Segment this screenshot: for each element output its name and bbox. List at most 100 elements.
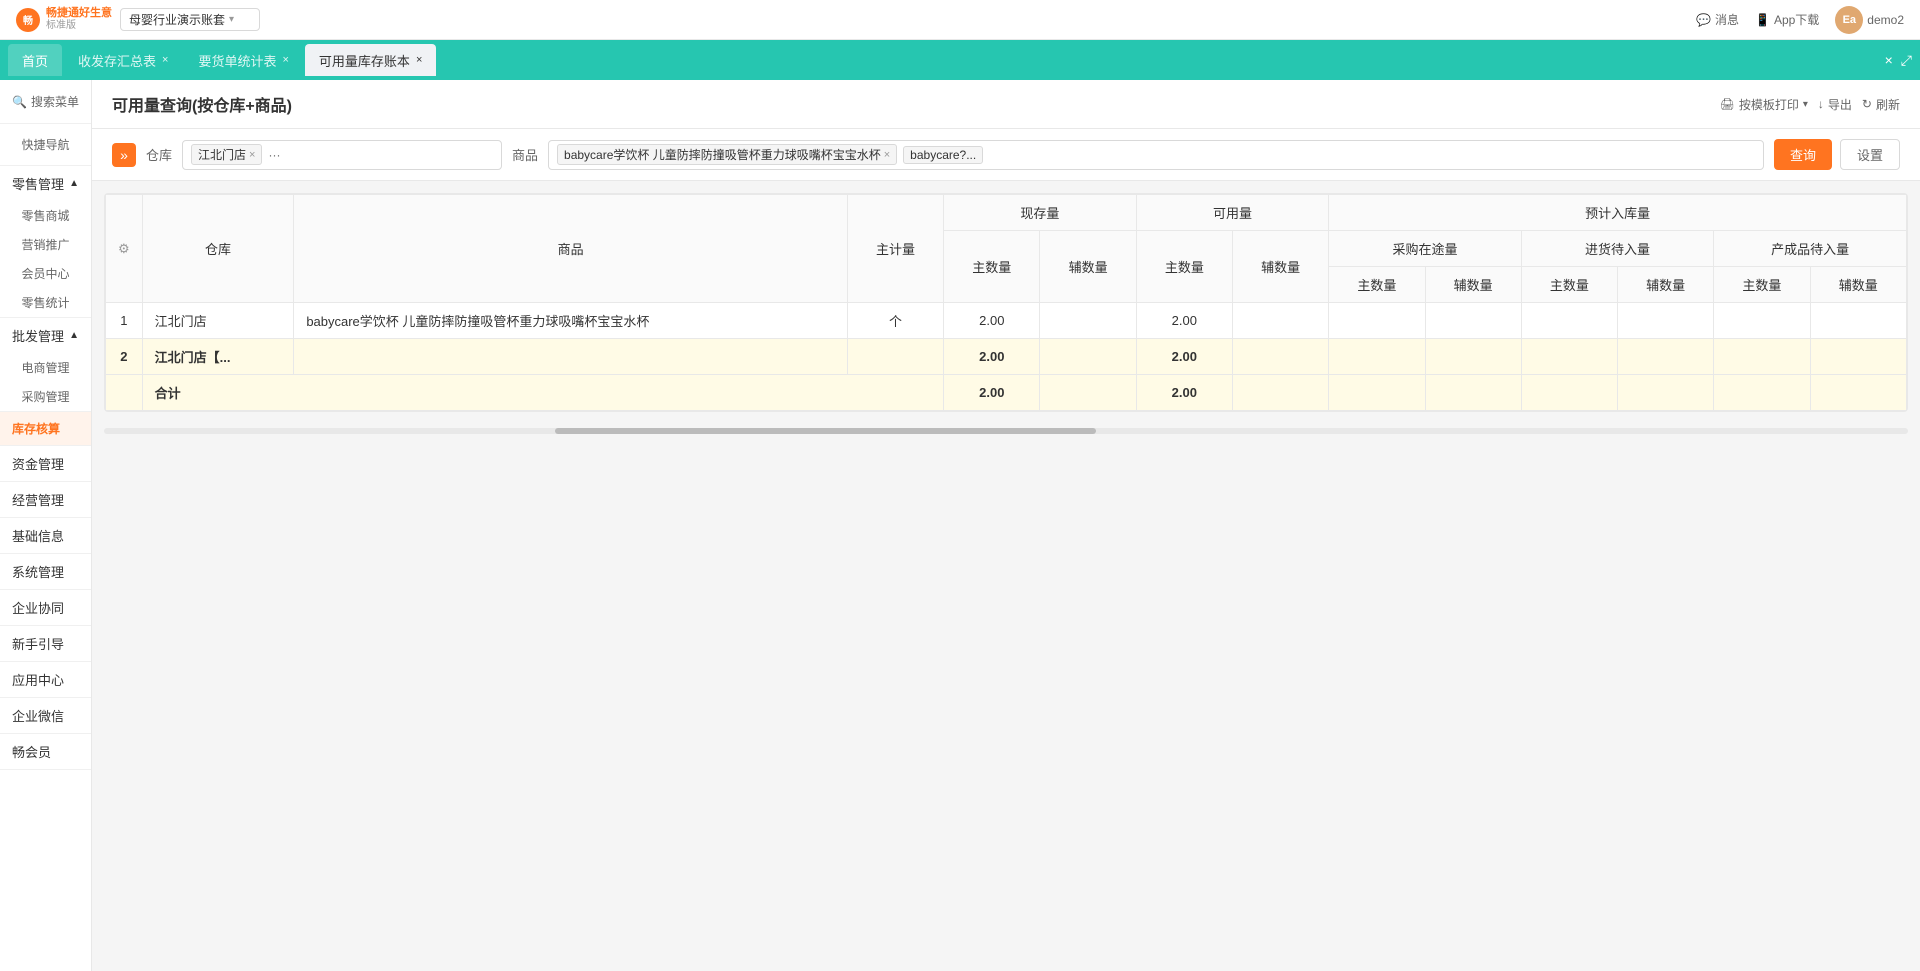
row-2-avail-main: 2.00 bbox=[1136, 339, 1232, 375]
row-2-incoming-aux bbox=[1618, 339, 1714, 375]
warehouse-more-icon[interactable]: ··· bbox=[268, 148, 280, 162]
tab-orders[interactable]: 要货单统计表 × bbox=[184, 44, 302, 76]
data-table: ⚙ 仓库 商品 主计量 现存量 可用量 预计入库量 主数量 辅数量 bbox=[105, 194, 1907, 411]
product-tag-1-close[interactable]: × bbox=[884, 149, 890, 161]
th-stock: 现存量 bbox=[944, 195, 1137, 231]
row-1-purchase-main bbox=[1329, 303, 1425, 339]
sidebar-item-finance[interactable]: 资金管理 bbox=[0, 446, 91, 481]
sidebar-group-retail-title[interactable]: 零售管理 ▲ bbox=[0, 166, 91, 201]
basics-label: 基础信息 bbox=[12, 526, 64, 545]
app-download-btn[interactable]: 📱 App下载 bbox=[1755, 11, 1819, 28]
sidebar-item-purchase[interactable]: 采购管理 bbox=[0, 382, 91, 411]
sidebar-group-vip: 畅会员 bbox=[0, 734, 91, 770]
warehouse-filter-input[interactable]: 江北门店 × ··· bbox=[182, 140, 502, 170]
operations-label: 经营管理 bbox=[12, 490, 64, 509]
row-2-incoming-main bbox=[1521, 339, 1617, 375]
th-production: 产成品待入量 bbox=[1714, 231, 1907, 267]
scroll-track[interactable] bbox=[104, 428, 1908, 434]
logo-main-text: 畅捷通好生意 bbox=[46, 7, 112, 20]
sidebar-group-appstore: 应用中心 bbox=[0, 662, 91, 698]
close-all-icon[interactable]: × bbox=[1885, 52, 1893, 69]
th-purchase-aux: 辅数量 bbox=[1425, 267, 1521, 303]
industry-select[interactable]: 母婴行业演示账套 ▾ bbox=[120, 8, 260, 31]
chevron-icon-wholesale: ▲ bbox=[69, 330, 79, 341]
sidebar-group-basics: 基础信息 bbox=[0, 518, 91, 554]
column-settings-icon[interactable]: ⚙ bbox=[118, 241, 130, 256]
export-btn[interactable]: ↓ 导出 bbox=[1818, 96, 1852, 113]
refresh-btn[interactable]: ↻ 刷新 bbox=[1862, 96, 1900, 113]
warehouse-tag: 江北门店 × bbox=[191, 144, 262, 165]
row-1-warehouse: 江北门店 bbox=[142, 303, 294, 339]
avatar: Ea bbox=[1835, 6, 1863, 34]
row-1-stock-main: 2.00 bbox=[944, 303, 1040, 339]
message-icon: 💬 bbox=[1696, 13, 1711, 27]
industry-label: 母婴行业演示账套 bbox=[129, 11, 225, 28]
sidebar-item-appstore[interactable]: 应用中心 bbox=[0, 662, 91, 697]
sidebar-search-area: 🔍 搜索菜单 bbox=[0, 80, 91, 124]
sidebar-item-retail-store[interactable]: 零售商城 bbox=[0, 201, 91, 230]
query-btn[interactable]: 查询 bbox=[1774, 139, 1832, 170]
warehouse-tag-close[interactable]: × bbox=[249, 149, 255, 161]
sidebar-group-retail: 零售管理 ▲ 零售商城 营销推广 会员中心 零售统计 bbox=[0, 166, 91, 318]
sidebar-item-vip[interactable]: 畅会员 bbox=[0, 734, 91, 769]
search-menu-label: 搜索菜单 bbox=[31, 93, 79, 110]
tab-orders-close[interactable]: × bbox=[282, 54, 288, 66]
search-menu-btn[interactable]: 🔍 搜索菜单 bbox=[8, 88, 83, 115]
footer-avail-aux bbox=[1232, 375, 1328, 411]
print-btn[interactable]: 🖨 按模板打印 ▾ bbox=[1720, 96, 1808, 113]
sidebar-item-retail-stats[interactable]: 零售统计 bbox=[0, 288, 91, 317]
refresh-label: 刷新 bbox=[1876, 96, 1900, 113]
sidebar-group-wholesale-title[interactable]: 批发管理 ▲ bbox=[0, 318, 91, 353]
tab-home[interactable]: 首页 bbox=[8, 44, 62, 76]
footer-empty-1 bbox=[106, 375, 143, 411]
row-1-index: 1 bbox=[106, 303, 143, 339]
sidebar-item-operations[interactable]: 经营管理 bbox=[0, 482, 91, 517]
th-unit: 主计量 bbox=[847, 195, 943, 303]
sidebar-item-guide[interactable]: 新手引导 bbox=[0, 626, 91, 661]
maximize-icon[interactable]: ⤢ bbox=[1901, 52, 1912, 69]
appstore-label: 应用中心 bbox=[12, 670, 64, 689]
product-tag-2-text: babycare?... bbox=[910, 148, 976, 162]
tab-receipts-close[interactable]: × bbox=[162, 54, 168, 66]
sidebar-item-ecommerce[interactable]: 电商管理 bbox=[0, 353, 91, 382]
sidebar-item-members[interactable]: 会员中心 bbox=[0, 259, 91, 288]
row-2-purchase-aux bbox=[1425, 339, 1521, 375]
quick-nav-btn[interactable]: 快捷导航 bbox=[0, 130, 91, 159]
row-2-unit bbox=[847, 339, 943, 375]
message-btn[interactable]: 💬 消息 bbox=[1696, 11, 1739, 28]
settings-btn[interactable]: 设置 bbox=[1840, 139, 1900, 170]
th-incoming: 进货待入量 bbox=[1521, 231, 1714, 267]
th-stock-main: 主数量 bbox=[944, 231, 1040, 303]
th-purchase-main: 主数量 bbox=[1329, 267, 1425, 303]
product-filter-input[interactable]: babycare学饮杯 儿童防摔防撞吸管杯重力球吸嘴杯宝宝水杯 × babyca… bbox=[548, 140, 1764, 170]
sidebar-item-marketing[interactable]: 营销推广 bbox=[0, 230, 91, 259]
sidebar-item-collab[interactable]: 企业协同 bbox=[0, 590, 91, 625]
filter-expand-btn[interactable]: » bbox=[112, 143, 136, 167]
quick-nav-label: 快捷导航 bbox=[21, 138, 69, 152]
th-warehouse: 仓库 bbox=[142, 195, 294, 303]
row-2-avail-aux bbox=[1232, 339, 1328, 375]
footer-purchase-main bbox=[1329, 375, 1425, 411]
logo-text: 畅捷通好生意 标准版 bbox=[46, 7, 112, 32]
tab-receipts[interactable]: 收发存汇总表 × bbox=[64, 44, 182, 76]
sidebar-item-system[interactable]: 系统管理 bbox=[0, 554, 91, 589]
user-area[interactable]: Ea demo2 bbox=[1835, 6, 1904, 34]
th-incoming-main: 主数量 bbox=[1521, 267, 1617, 303]
product-filter-label: 商品 bbox=[512, 145, 538, 164]
sidebar-item-wechat[interactable]: 企业微信 bbox=[0, 698, 91, 733]
tab-inventory[interactable]: 可用量库存账本 × bbox=[305, 44, 436, 76]
tab-inventory-close[interactable]: × bbox=[416, 54, 422, 66]
sidebar-item-inventory[interactable]: 库存核算 bbox=[0, 412, 91, 445]
system-label: 系统管理 bbox=[12, 562, 64, 581]
row-1-incoming-main bbox=[1521, 303, 1617, 339]
sidebar-item-basics[interactable]: 基础信息 bbox=[0, 518, 91, 553]
footer-production-main bbox=[1714, 375, 1810, 411]
print-chevron-icon: ▾ bbox=[1803, 99, 1808, 110]
filter-bar: » 仓库 江北门店 × ··· 商品 babycare学饮杯 儿童防摔防撞吸管杯… bbox=[92, 129, 1920, 181]
print-icon: 🖨 bbox=[1720, 97, 1735, 111]
print-label: 按模板打印 bbox=[1739, 96, 1799, 113]
row-2-purchase-main bbox=[1329, 339, 1425, 375]
scroll-thumb[interactable] bbox=[555, 428, 1096, 434]
row-2-stock-main: 2.00 bbox=[944, 339, 1040, 375]
row-1-product: babycare学饮杯 儿童防摔防撞吸管杯重力球吸嘴杯宝宝水杯 bbox=[294, 303, 848, 339]
